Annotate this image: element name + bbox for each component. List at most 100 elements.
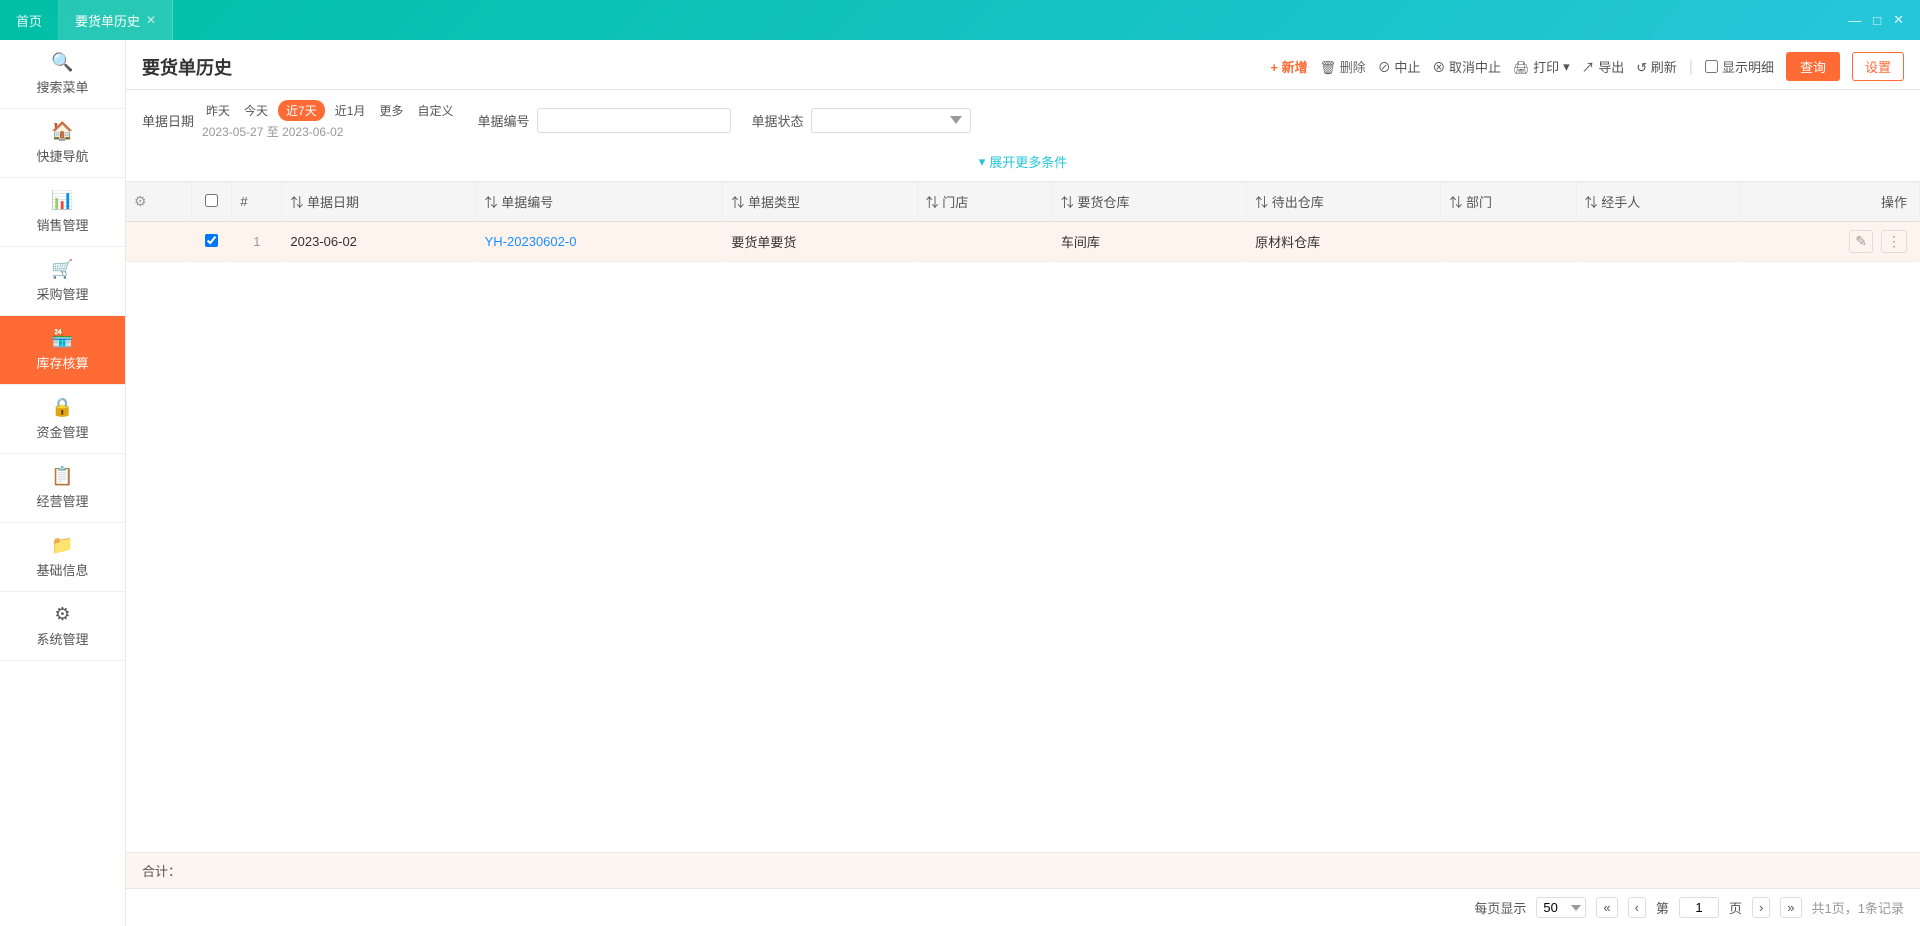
action-divider: | bbox=[1689, 58, 1693, 76]
sort-icon: ⇅ bbox=[1449, 195, 1466, 210]
doc-status-filter: 单据状态 bbox=[751, 108, 971, 133]
col-handler-header[interactable]: ⇅ 经手人 bbox=[1576, 182, 1741, 222]
date-yesterday[interactable]: 昨天 bbox=[202, 101, 234, 120]
more-action-icon[interactable]: ⋮ bbox=[1881, 230, 1907, 253]
sidebar-item-label: 采购管理 bbox=[36, 284, 88, 303]
col-dest-warehouse-header[interactable]: ⇅ 待出仓库 bbox=[1247, 182, 1441, 222]
new-button[interactable]: + 新增 bbox=[1270, 57, 1307, 76]
col-doc-date-header[interactable]: ⇅ 单据日期 bbox=[282, 182, 476, 222]
per-page-select[interactable]: 50 20 100 200 bbox=[1536, 897, 1586, 918]
col-settings[interactable]: ⚙ bbox=[126, 182, 192, 222]
cancel-stop-button[interactable]: ⊗ 取消中止 bbox=[1432, 57, 1501, 76]
date-today[interactable]: 今天 bbox=[240, 101, 272, 120]
sidebar-item-label: 快捷导航 bbox=[36, 146, 88, 165]
display-detail-text: 显示明细 bbox=[1722, 57, 1774, 76]
sidebar-item-purchase[interactable]: 🛒 采购管理 bbox=[0, 247, 125, 316]
sort-icon: ⇅ bbox=[485, 195, 502, 210]
cell-doc-number[interactable]: YH-20230602-0 bbox=[476, 222, 723, 262]
display-detail-checkbox[interactable] bbox=[1705, 60, 1718, 73]
maximize-btn[interactable]: □ bbox=[1873, 13, 1881, 28]
col-doc-number-header[interactable]: ⇅ 单据编号 bbox=[476, 182, 723, 222]
delete-button[interactable]: 🗑 删除 bbox=[1320, 57, 1366, 76]
display-detail-label[interactable]: 显示明细 bbox=[1705, 57, 1774, 76]
pagination-bar: 每页显示 50 20 100 200 « ‹ 第 页 › » 共1页，1条记录 bbox=[126, 888, 1920, 926]
per-page-label: 每页显示 bbox=[1474, 898, 1526, 917]
date-group: 昨天 今天 近7天 近1月 更多 自定义 2023-05-27 至 2023-0… bbox=[202, 100, 457, 140]
sidebar-item-sales[interactable]: 📊 销售管理 bbox=[0, 178, 125, 247]
expand-chevron-icon: ▾ bbox=[979, 154, 986, 170]
date-last1month[interactable]: 近1月 bbox=[331, 101, 370, 120]
col-doc-type-header[interactable]: ⇅ 单据类型 bbox=[723, 182, 917, 222]
doc-number-input[interactable] bbox=[537, 108, 731, 133]
sort-icon: ⇅ bbox=[1255, 195, 1272, 210]
col-store-header[interactable]: ⇅ 门店 bbox=[917, 182, 1052, 222]
sidebar-item-sys[interactable]: ⚙ 系统管理 bbox=[0, 592, 125, 661]
tab-requisition-history[interactable]: 要货单历史 ✕ bbox=[59, 0, 173, 40]
tab-home[interactable]: 首页 bbox=[0, 0, 59, 40]
query-button[interactable]: 查询 bbox=[1786, 52, 1840, 81]
tab-home-label: 首页 bbox=[16, 11, 42, 30]
sidebar-item-search-menu[interactable]: 🔍 搜索菜单 bbox=[0, 40, 125, 109]
cell-doc-type: 要货单要货 bbox=[723, 222, 917, 262]
row-checkbox[interactable] bbox=[205, 234, 218, 247]
tab-close-icon[interactable]: ✕ bbox=[146, 13, 156, 27]
close-btn[interactable]: ✕ bbox=[1893, 12, 1904, 28]
date-more[interactable]: 更多 bbox=[375, 101, 407, 120]
export-button[interactable]: ↗ 导出 bbox=[1582, 57, 1625, 76]
edit-action-icon[interactable]: ✎ bbox=[1849, 230, 1873, 253]
top-tabs: 首页 要货单历史 ✕ bbox=[0, 0, 1832, 40]
date-custom[interactable]: 自定义 bbox=[413, 101, 457, 120]
filter-bar: 单据日期 昨天 今天 近7天 近1月 更多 自定义 2023-05-27 至 2… bbox=[126, 90, 1920, 182]
col-department-header[interactable]: ⇅ 部门 bbox=[1441, 182, 1576, 222]
date-last7days[interactable]: 近7天 bbox=[278, 100, 325, 121]
expand-more-btn[interactable]: ▾ 展开更多条件 bbox=[979, 152, 1068, 171]
sidebar-item-label: 库存核算 bbox=[36, 353, 88, 372]
settings-button[interactable]: 设置 bbox=[1852, 52, 1904, 81]
sort-icon: ⇅ bbox=[290, 195, 307, 210]
sidebar-item-label: 搜索菜单 bbox=[36, 77, 88, 96]
sidebar-item-finance[interactable]: 🔒 资金管理 bbox=[0, 385, 125, 454]
cell-handler bbox=[1576, 222, 1741, 262]
sidebar-item-basic-info[interactable]: 📁 基础信息 bbox=[0, 523, 125, 592]
print-label: 🖨 打印 bbox=[1513, 57, 1559, 76]
first-page-btn[interactable]: « bbox=[1596, 897, 1617, 918]
sidebar-item-inventory[interactable]: 🏪 库存核算 bbox=[0, 316, 125, 385]
cell-actions: ✎ ⋮ bbox=[1741, 222, 1920, 262]
stop-button[interactable]: ⊘ 中止 bbox=[1378, 57, 1421, 76]
ops-icon: 📋 bbox=[51, 466, 73, 487]
sidebar-item-ops[interactable]: 📋 经营管理 bbox=[0, 454, 125, 523]
doc-number-label: 单据编号 bbox=[477, 111, 529, 130]
refresh-button[interactable]: ↺ 刷新 bbox=[1636, 57, 1677, 76]
sidebar-item-quick-nav[interactable]: 🏠 快捷导航 bbox=[0, 109, 125, 178]
table-row: 1 2023-06-02 YH-20230602-0 要货单要货 车间库 原材料… bbox=[126, 222, 1920, 262]
doc-status-select[interactable] bbox=[811, 108, 971, 133]
sales-icon: 📊 bbox=[51, 190, 73, 211]
sidebar-item-label: 系统管理 bbox=[36, 629, 88, 648]
filter-row-1: 单据日期 昨天 今天 近7天 近1月 更多 自定义 2023-05-27 至 2… bbox=[142, 100, 1904, 140]
cell-settings bbox=[126, 222, 192, 262]
table-settings-icon[interactable]: ⚙ bbox=[134, 193, 147, 209]
page-title: 要货单历史 bbox=[142, 54, 232, 80]
next-page-btn[interactable]: › bbox=[1752, 897, 1770, 918]
col-req-warehouse-header[interactable]: ⇅ 要货仓库 bbox=[1052, 182, 1246, 222]
prev-page-btn[interactable]: ‹ bbox=[1628, 897, 1646, 918]
minimize-btn[interactable]: — bbox=[1848, 13, 1861, 28]
sort-icon: ⇅ bbox=[1061, 195, 1078, 210]
doc-number-link[interactable]: YH-20230602-0 bbox=[485, 234, 577, 249]
page-number-input[interactable] bbox=[1679, 897, 1719, 918]
top-bar: 首页 要货单历史 ✕ — □ ✕ bbox=[0, 0, 1920, 40]
quick-nav-icon: 🏠 bbox=[51, 121, 73, 142]
sidebar-item-label: 基础信息 bbox=[36, 560, 88, 579]
sort-icon: ⇅ bbox=[731, 195, 748, 210]
date-filter: 单据日期 昨天 今天 近7天 近1月 更多 自定义 2023-05-27 至 2… bbox=[142, 100, 457, 140]
search-menu-icon: 🔍 bbox=[51, 52, 73, 73]
print-arrow-icon: ▾ bbox=[1563, 59, 1570, 75]
last-page-btn[interactable]: » bbox=[1780, 897, 1801, 918]
basic-info-icon: 📁 bbox=[51, 535, 73, 556]
page-prefix-label: 第 bbox=[1656, 898, 1669, 917]
sidebar-item-label: 销售管理 bbox=[36, 215, 88, 234]
total-info: 共1页，1条记录 bbox=[1812, 898, 1904, 917]
select-all-checkbox[interactable] bbox=[205, 194, 218, 207]
sys-icon: ⚙ bbox=[54, 604, 70, 625]
print-button[interactable]: 🖨 打印 ▾ bbox=[1513, 57, 1570, 76]
